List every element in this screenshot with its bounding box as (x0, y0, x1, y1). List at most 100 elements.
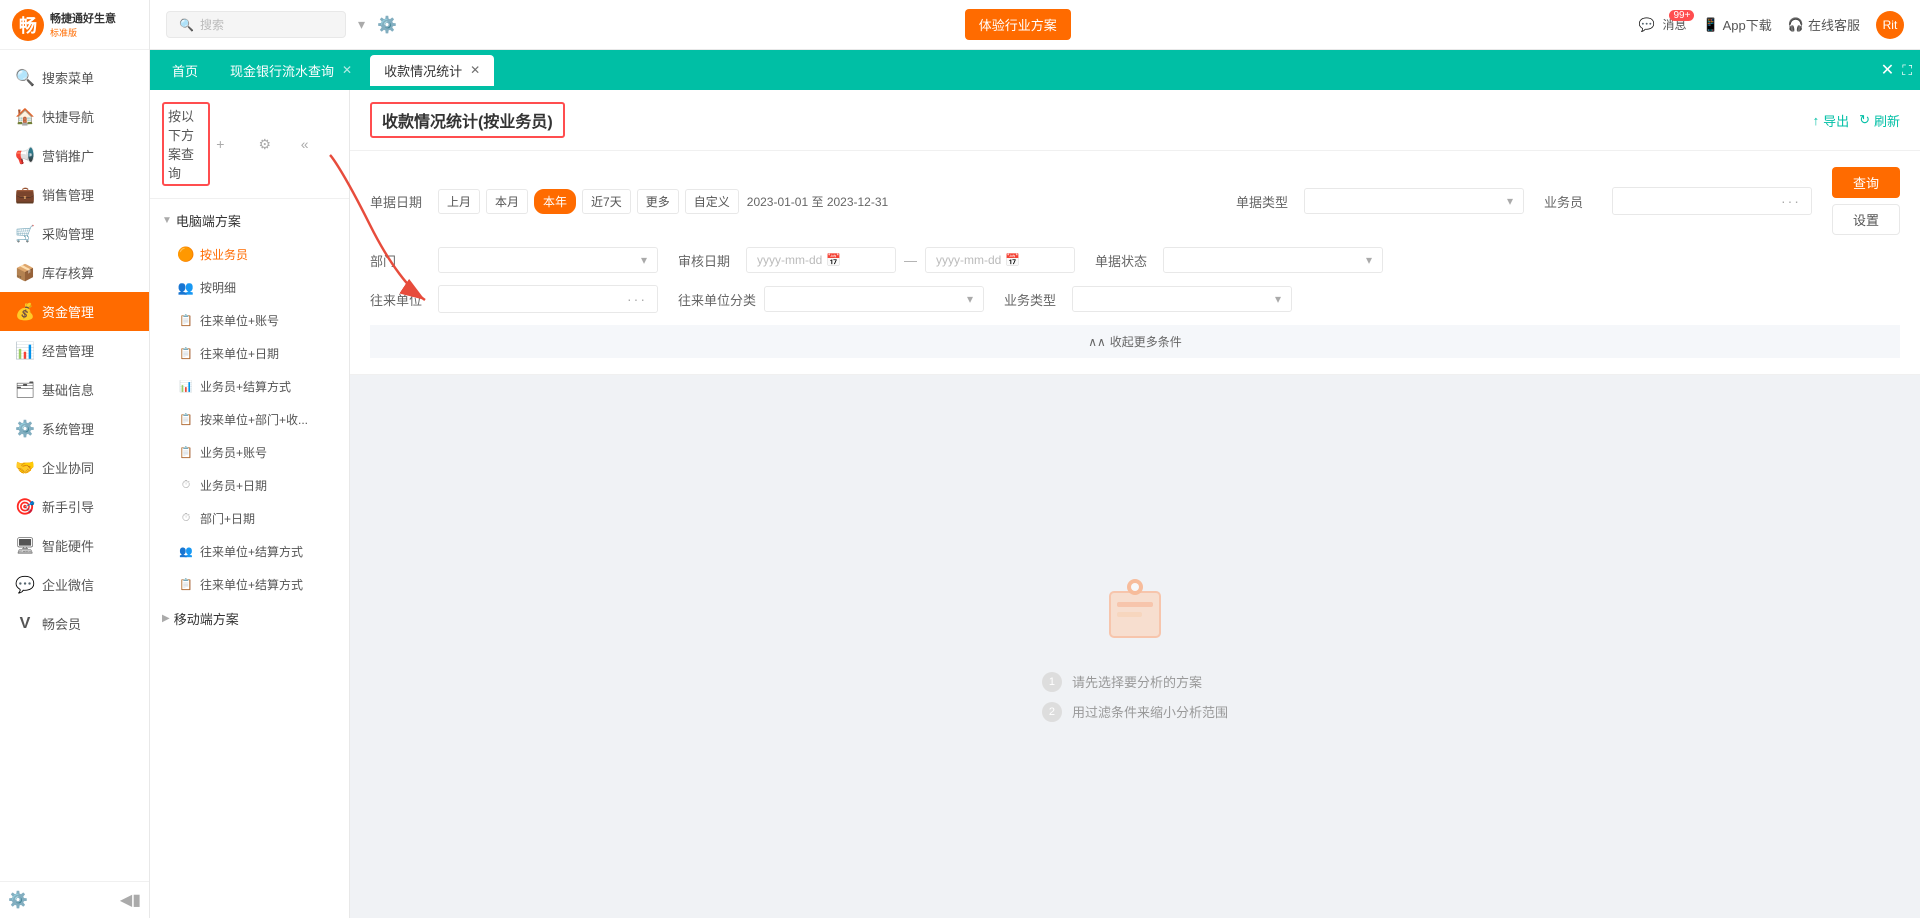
sidebar-item-inventory[interactable]: 📦 库存核算 (0, 253, 149, 292)
query-btn[interactable]: 查询 (1832, 167, 1900, 198)
tab-bar: 首页 现金银行流水查询 ✕ 收款情况统计 ✕ ✕ ⛶ (150, 50, 1920, 90)
close-collection-stats-tab[interactable]: ✕ (470, 63, 480, 77)
date-btn-this-year[interactable]: 本年 (534, 189, 576, 214)
doc-status-select[interactable]: ▾ (1163, 247, 1383, 273)
app-download[interactable]: 📱 App下载 (1702, 15, 1771, 34)
message-area[interactable]: 💬 99+ 消息 (1639, 16, 1687, 33)
sidebar-item-purchase[interactable]: 🛒 采购管理 (0, 214, 149, 253)
date-btn-7days[interactable]: 近7天 (582, 189, 631, 214)
top-bar-left: 🔍 搜索 ▾ ⚙️ (166, 11, 397, 38)
refresh-btn[interactable]: ↻ 刷新 (1859, 111, 1900, 130)
scheme-add-btn[interactable]: + (216, 136, 252, 152)
date-btn-this-month[interactable]: 本月 (486, 189, 528, 214)
date-btn-more[interactable]: 更多 (637, 189, 679, 214)
close-window-icon[interactable]: ✕ (1881, 60, 1894, 80)
date-btn-last-month[interactable]: 上月 (438, 189, 480, 214)
finance-icon: 💰 (16, 303, 34, 321)
sidebar-item-sales[interactable]: 💼 销售管理 (0, 175, 149, 214)
sidebar-item-member[interactable]: V 畅会员 (0, 604, 149, 643)
logo-area: 畅 畅捷通好生意 标准版 (0, 0, 149, 50)
home-icon: 🏠 (16, 108, 34, 126)
scheme-group-desktop-title[interactable]: ▼ 电脑端方案 (150, 203, 349, 238)
top-bar: 🔍 搜索 ▾ ⚙️ 体验行业方案 💬 99+ 消息 📱 App下载 (150, 0, 1920, 50)
partner-category-label: 往来单位分类 (678, 290, 756, 309)
scheme-item-supplier-account[interactable]: 📋 往来单位+账号 (150, 304, 349, 337)
refresh-icon: ↻ (1859, 112, 1870, 128)
partner-category-select[interactable]: ▾ (764, 286, 984, 312)
topbar-settings-icon[interactable]: ⚙️ (377, 15, 397, 35)
sidebar-item-basic[interactable]: 🗂 基础信息 (0, 370, 149, 409)
basic-icon: 🗂 (16, 381, 34, 399)
tab-collection-stats[interactable]: 收款情况统计 ✕ (370, 55, 494, 86)
partner-input[interactable]: ··· (438, 285, 658, 313)
review-date-start[interactable]: yyyy-mm-dd 📅 (746, 247, 896, 273)
sidebar-item-guide[interactable]: 🎯 新手引导 (0, 487, 149, 526)
cal-end-icon[interactable]: 📅 (1005, 253, 1020, 267)
sidebar-item-system[interactable]: ⚙️ 系统管理 (0, 409, 149, 448)
date-filter-item: 单据日期 上月 本月 本年 近7天 更多 自定义 2023-01-01 至 20… (370, 189, 888, 214)
online-service[interactable]: 🎧 在线客服 (1788, 15, 1860, 34)
dept-filter-item: 部门 ▾ (370, 247, 658, 273)
collapse-bar[interactable]: ∧∧ 收起更多条件 (370, 325, 1900, 358)
inventory-icon: 📦 (16, 264, 34, 282)
logo-name: 畅捷通好生意 (50, 10, 116, 26)
doc-type-chevron-icon: ▾ (1507, 194, 1513, 208)
biz-type-item: 业务类型 ▾ (1004, 286, 1292, 312)
tab-home[interactable]: 首页 (158, 55, 212, 86)
search-box[interactable]: 🔍 搜索 (166, 11, 346, 38)
sidebar-item-marketing[interactable]: 📢 营销推广 (0, 136, 149, 175)
close-bank-flow-tab[interactable]: ✕ (342, 63, 352, 77)
sidebar-item-operations[interactable]: 📊 经营管理 (0, 331, 149, 370)
scheme-item-supplier-settlement2[interactable]: 📋 往来单位+结算方式 (150, 568, 349, 601)
sidebar-item-wechat[interactable]: 💬 企业微信 (0, 565, 149, 604)
scheme-panel: 按以下方案查询 + ⚙ « ▼ 电脑端方案 🟠 (150, 90, 350, 918)
empty-step-2: 2 用过滤条件来缩小分析范围 (1042, 702, 1228, 722)
biz-type-select[interactable]: ▾ (1072, 286, 1292, 312)
user-avatar[interactable]: Rit (1876, 11, 1904, 39)
cal-start-icon[interactable]: 📅 (826, 253, 841, 267)
scheme-item-salesperson-account[interactable]: 📋 业务员+账号 (150, 436, 349, 469)
scheme-item-by-salesperson[interactable]: 🟠 按业务员 (150, 238, 349, 271)
salesperson-input[interactable]: ··· (1612, 187, 1812, 215)
scheme-group-mobile-title[interactable]: ▶ 移动端方案 (150, 601, 349, 636)
salesperson-dots-icon[interactable]: ··· (1781, 193, 1801, 209)
collapse-arrow-icon: ∧∧ (1088, 335, 1106, 349)
scheme-item-supplier-date[interactable]: 📋 往来单位+日期 (150, 337, 349, 370)
scheme-item-salesperson-date[interactable]: ⏱ 业务员+日期 (150, 469, 349, 502)
sidebar-item-quicknav[interactable]: 🏠 快捷导航 (0, 97, 149, 136)
scheme-settings-btn[interactable]: ⚙ (259, 136, 295, 153)
dropdown-icon[interactable]: ▾ (358, 16, 365, 33)
scheme-panel-header: 按以下方案查询 + ⚙ « (150, 90, 349, 199)
expand-icon[interactable]: ⛶ (1902, 62, 1912, 79)
scheme-item-supplier-dept[interactable]: 📋 按来单位+部门+收... (150, 403, 349, 436)
scheme-collapse-btn[interactable]: « (301, 136, 337, 152)
scheme-item-dept-date[interactable]: ⏱ 部门+日期 (150, 502, 349, 535)
filter-section: 单据日期 上月 本月 本年 近7天 更多 自定义 2023-01-01 至 20… (350, 151, 1920, 375)
review-date-end[interactable]: yyyy-mm-dd 📅 (925, 247, 1075, 273)
sidebar-item-hardware[interactable]: 🖥 智能硬件 (0, 526, 149, 565)
doc-status-item: 单据状态 ▾ (1095, 247, 1383, 273)
date-btn-custom[interactable]: 自定义 (685, 189, 739, 214)
scheme-item-by-detail[interactable]: 👥 按明细 (150, 271, 349, 304)
export-btn[interactable]: ↑ 导出 (1813, 111, 1850, 130)
scheme-item-supplier-settlement1[interactable]: 👥 往来单位+结算方式 (150, 535, 349, 568)
industry-btn[interactable]: 体验行业方案 (965, 9, 1071, 40)
partner-dots-icon[interactable]: ··· (627, 291, 647, 307)
sidebar-settings-icon[interactable]: ⚙️ (8, 890, 28, 910)
supplier-date-icon: 📋 (178, 346, 194, 362)
page-header-actions: ↑ 导出 ↻ 刷新 (1813, 111, 1900, 130)
doc-type-select[interactable]: ▾ (1304, 188, 1524, 214)
step-1-num: 1 (1042, 672, 1062, 692)
sidebar-item-finance[interactable]: 💰 资金管理 (0, 292, 149, 331)
dept-select[interactable]: ▾ (438, 247, 658, 273)
review-date-label: 审核日期 (678, 251, 738, 270)
sidebar-item-search[interactable]: 🔍 搜索菜单 (0, 58, 149, 97)
review-date-item: 审核日期 yyyy-mm-dd 📅 — yyyy-mm-dd 📅 (678, 247, 1075, 273)
sidebar-item-corp[interactable]: 🤝 企业协同 (0, 448, 149, 487)
tab-bank-flow[interactable]: 现金银行流水查询 ✕ (216, 55, 366, 86)
sidebar-collapse-icon[interactable]: ◀▮ (120, 890, 141, 910)
partner-label: 往来单位 (370, 290, 430, 309)
scheme-item-salesperson-settlement[interactable]: 📊 业务员+结算方式 (150, 370, 349, 403)
date-range-text: 2023-01-01 至 2023-12-31 (747, 193, 888, 210)
settings-btn[interactable]: 设置 (1832, 204, 1900, 235)
